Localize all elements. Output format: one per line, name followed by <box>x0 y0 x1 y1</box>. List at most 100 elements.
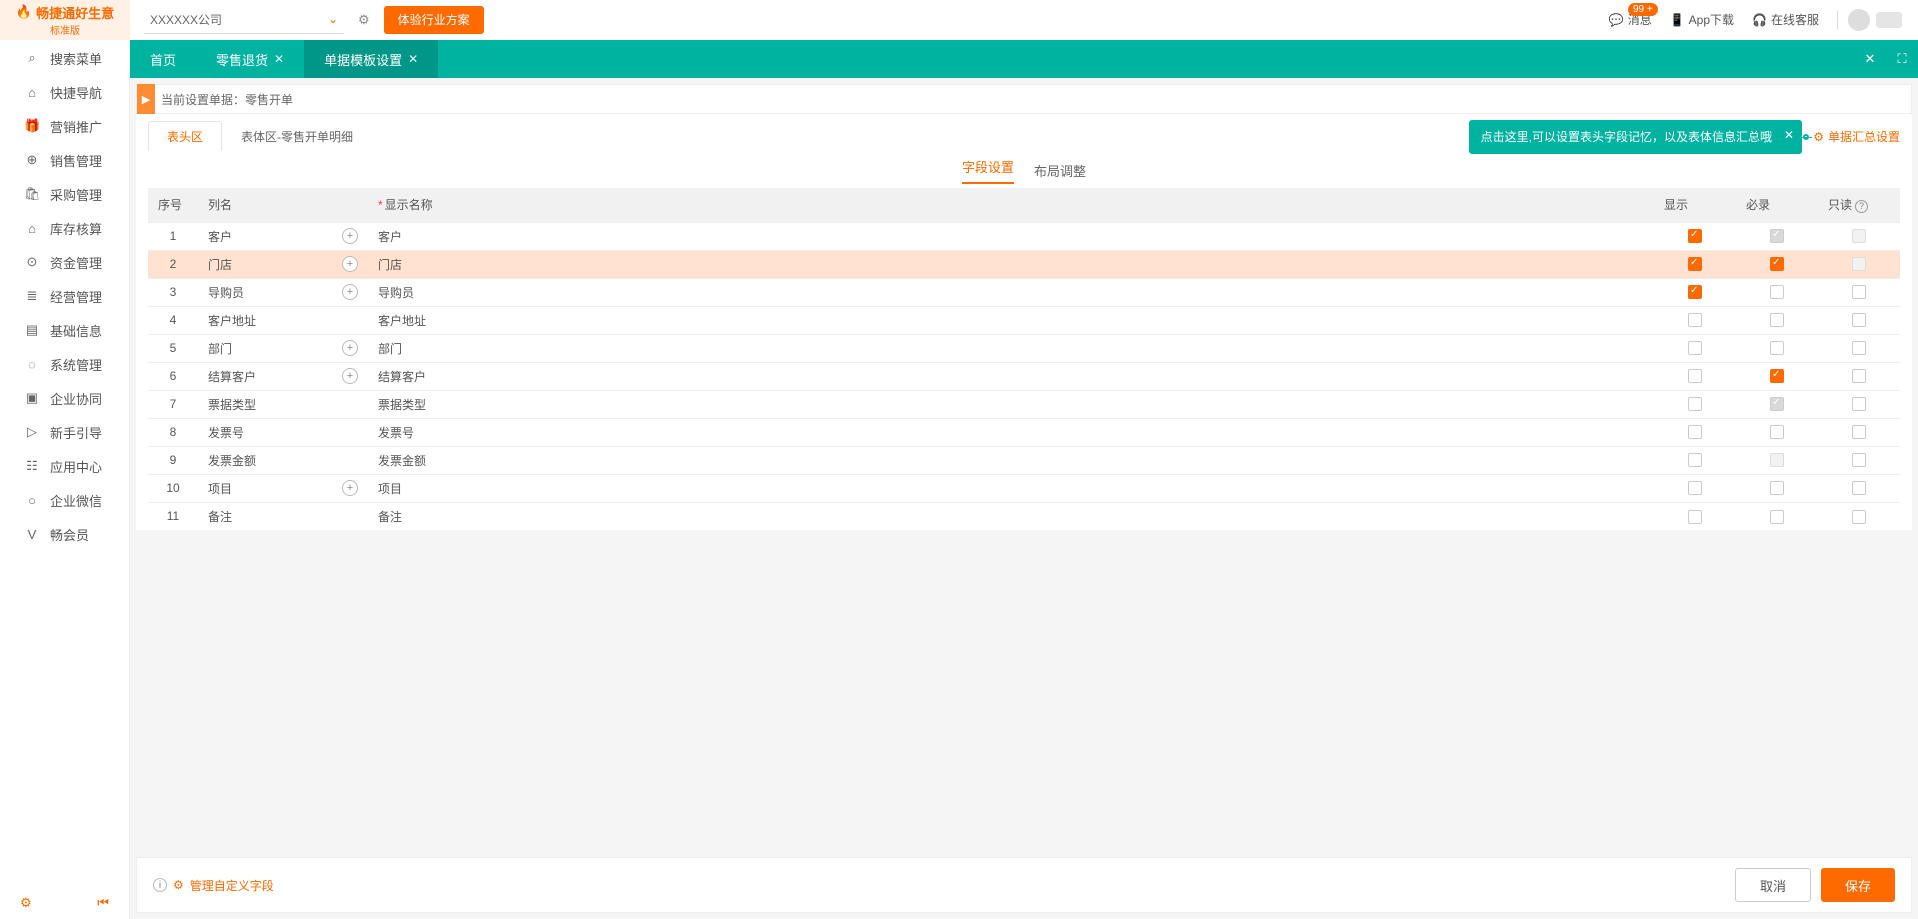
expand-arrow-icon[interactable]: ▶ <box>137 84 155 114</box>
customer-service-link[interactable]: 🎧在线客服 <box>1752 11 1819 28</box>
tab-0[interactable]: 首页 <box>130 40 196 78</box>
checkbox[interactable] <box>1688 510 1702 524</box>
sidebar-item-4[interactable]: 🛍采购管理 <box>0 178 129 210</box>
sub-tab-0[interactable]: 表头区 <box>148 121 222 151</box>
sidebar-item-8[interactable]: ▤基础信息 <box>0 314 129 346</box>
checkbox[interactable] <box>1688 481 1702 495</box>
checkbox[interactable] <box>1852 285 1866 299</box>
checkbox[interactable] <box>1688 425 1702 439</box>
gear-icon[interactable]: ⚙ <box>358 12 370 28</box>
checkbox[interactable] <box>1852 341 1866 355</box>
sidebar-item-13[interactable]: ○企业微信 <box>0 484 129 516</box>
checkbox[interactable] <box>1688 453 1702 467</box>
cell-display-name[interactable]: 部门 <box>368 334 1654 362</box>
table-row[interactable]: 7票据类型票据类型 <box>148 390 1900 418</box>
table-row[interactable]: 6结算客户+结算客户 <box>148 362 1900 390</box>
checkbox[interactable] <box>1770 313 1784 327</box>
plus-icon[interactable]: + <box>342 256 358 272</box>
sidebar-item-12[interactable]: ☷应用中心 <box>0 450 129 482</box>
cell-display-name[interactable]: 客户 <box>368 222 1654 250</box>
sidebar-item-9[interactable]: ◌系统管理 <box>0 348 129 380</box>
trial-button[interactable]: 体验行业方案 <box>384 6 484 34</box>
close-icon[interactable]: ✕ <box>1784 126 1794 144</box>
checkbox[interactable] <box>1852 313 1866 327</box>
save-button[interactable]: 保存 <box>1821 868 1895 902</box>
checkbox[interactable] <box>1688 285 1702 299</box>
manage-custom-fields-link[interactable]: i ⚙ 管理自定义字段 <box>153 877 274 894</box>
cell-display-name[interactable]: 结算客户 <box>368 362 1654 390</box>
table-row[interactable]: 5部门+部门 <box>148 334 1900 362</box>
checkbox[interactable] <box>1770 510 1784 524</box>
close-all-tabs-button[interactable]: ✕ <box>1854 40 1886 78</box>
table-row[interactable]: 3导购员+导购员 <box>148 278 1900 306</box>
checkbox[interactable] <box>1770 285 1784 299</box>
checkbox[interactable] <box>1852 397 1866 411</box>
messages-link[interactable]: 💬消息 99 + <box>1609 11 1652 28</box>
sidebar-item-7[interactable]: ≣经营管理 <box>0 280 129 312</box>
cell-display-name[interactable]: 项目 <box>368 474 1654 502</box>
checkbox[interactable] <box>1770 425 1784 439</box>
checkbox[interactable] <box>1688 397 1702 411</box>
close-icon[interactable]: ✕ <box>408 52 418 66</box>
checkbox[interactable] <box>1852 453 1866 467</box>
mid-tab-1[interactable]: 布局调整 <box>1034 161 1086 180</box>
checkbox[interactable] <box>1770 481 1784 495</box>
tab-2[interactable]: 单据模板设置✕ <box>304 40 438 78</box>
sub-tab-1[interactable]: 表体区-零售开单明细 <box>222 121 372 151</box>
sidebar-item-1[interactable]: ⌂快捷导航 <box>0 76 129 108</box>
cell-display-name[interactable]: 导购员 <box>368 278 1654 306</box>
fullscreen-button[interactable]: ⛶ <box>1886 40 1918 78</box>
table-row[interactable]: 1客户+客户 <box>148 222 1900 250</box>
avatar[interactable] <box>1848 9 1870 31</box>
company-select[interactable]: XXXXXX公司 ⌄ <box>144 6 344 34</box>
sidebar-item-11[interactable]: ▷新手引导 <box>0 416 129 448</box>
cancel-button[interactable]: 取消 <box>1735 868 1811 902</box>
sidebar-item-6[interactable]: ⊙资金管理 <box>0 246 129 278</box>
collapse-icon[interactable]: ⏮ <box>97 895 109 911</box>
cell-show <box>1654 474 1736 502</box>
sidebar-item-3[interactable]: ⊕销售管理 <box>0 144 129 176</box>
checkbox[interactable] <box>1852 425 1866 439</box>
plus-icon[interactable]: + <box>342 284 358 300</box>
table-row[interactable]: 9发票金额发票金额 <box>148 446 1900 474</box>
plus-icon[interactable]: + <box>342 228 358 244</box>
sidebar-item-2[interactable]: 🎁营销推广 <box>0 110 129 142</box>
table-row[interactable]: 8发票号发票号 <box>148 418 1900 446</box>
plus-icon[interactable]: + <box>342 368 358 384</box>
checkbox[interactable] <box>1688 313 1702 327</box>
sidebar-item-10[interactable]: ▣企业协同 <box>0 382 129 414</box>
checkbox[interactable] <box>1852 510 1866 524</box>
checkbox[interactable] <box>1852 481 1866 495</box>
sidebar-item-14[interactable]: V畅会员 <box>0 518 129 550</box>
sidebar-item-5[interactable]: ⌂库存核算 <box>0 212 129 244</box>
sidebar-item-0[interactable]: ⌕搜索菜单 <box>0 42 129 74</box>
table-row[interactable]: 2门店+门店 <box>148 250 1900 278</box>
help-icon[interactable]: ? <box>1855 200 1868 213</box>
table-row[interactable]: 4客户地址客户地址 <box>148 306 1900 334</box>
plus-icon[interactable]: + <box>342 340 358 356</box>
checkbox[interactable] <box>1688 229 1702 243</box>
cell-display-name[interactable]: 发票金额 <box>368 446 1654 474</box>
cell-display-name[interactable]: 门店 <box>368 250 1654 278</box>
summary-settings-link[interactable]: ⚙ 单据汇总设置 <box>1803 128 1900 145</box>
checkbox[interactable] <box>1688 257 1702 271</box>
mid-tab-0[interactable]: 字段设置 <box>962 157 1014 184</box>
table-row[interactable]: 10项目+项目 <box>148 474 1900 502</box>
checkbox[interactable] <box>1852 369 1866 383</box>
cell-display-name[interactable]: 备注 <box>368 502 1654 530</box>
table-row[interactable]: 11备注备注 <box>148 502 1900 530</box>
plus-icon[interactable]: + <box>342 480 358 496</box>
checkbox[interactable] <box>1770 369 1784 383</box>
cell-display-name[interactable]: 票据类型 <box>368 390 1654 418</box>
cell-display-name[interactable]: 发票号 <box>368 418 1654 446</box>
close-icon[interactable]: ✕ <box>274 52 284 66</box>
settings-icon[interactable]: ⚙ <box>20 895 32 911</box>
nav-icon: 🛍 <box>24 186 40 202</box>
tab-1[interactable]: 零售退货✕ <box>196 40 304 78</box>
checkbox[interactable] <box>1688 341 1702 355</box>
checkbox[interactable] <box>1770 341 1784 355</box>
checkbox[interactable] <box>1688 369 1702 383</box>
cell-display-name[interactable]: 客户地址 <box>368 306 1654 334</box>
checkbox[interactable] <box>1770 257 1784 271</box>
app-download-link[interactable]: 📱App下载 <box>1670 11 1734 28</box>
